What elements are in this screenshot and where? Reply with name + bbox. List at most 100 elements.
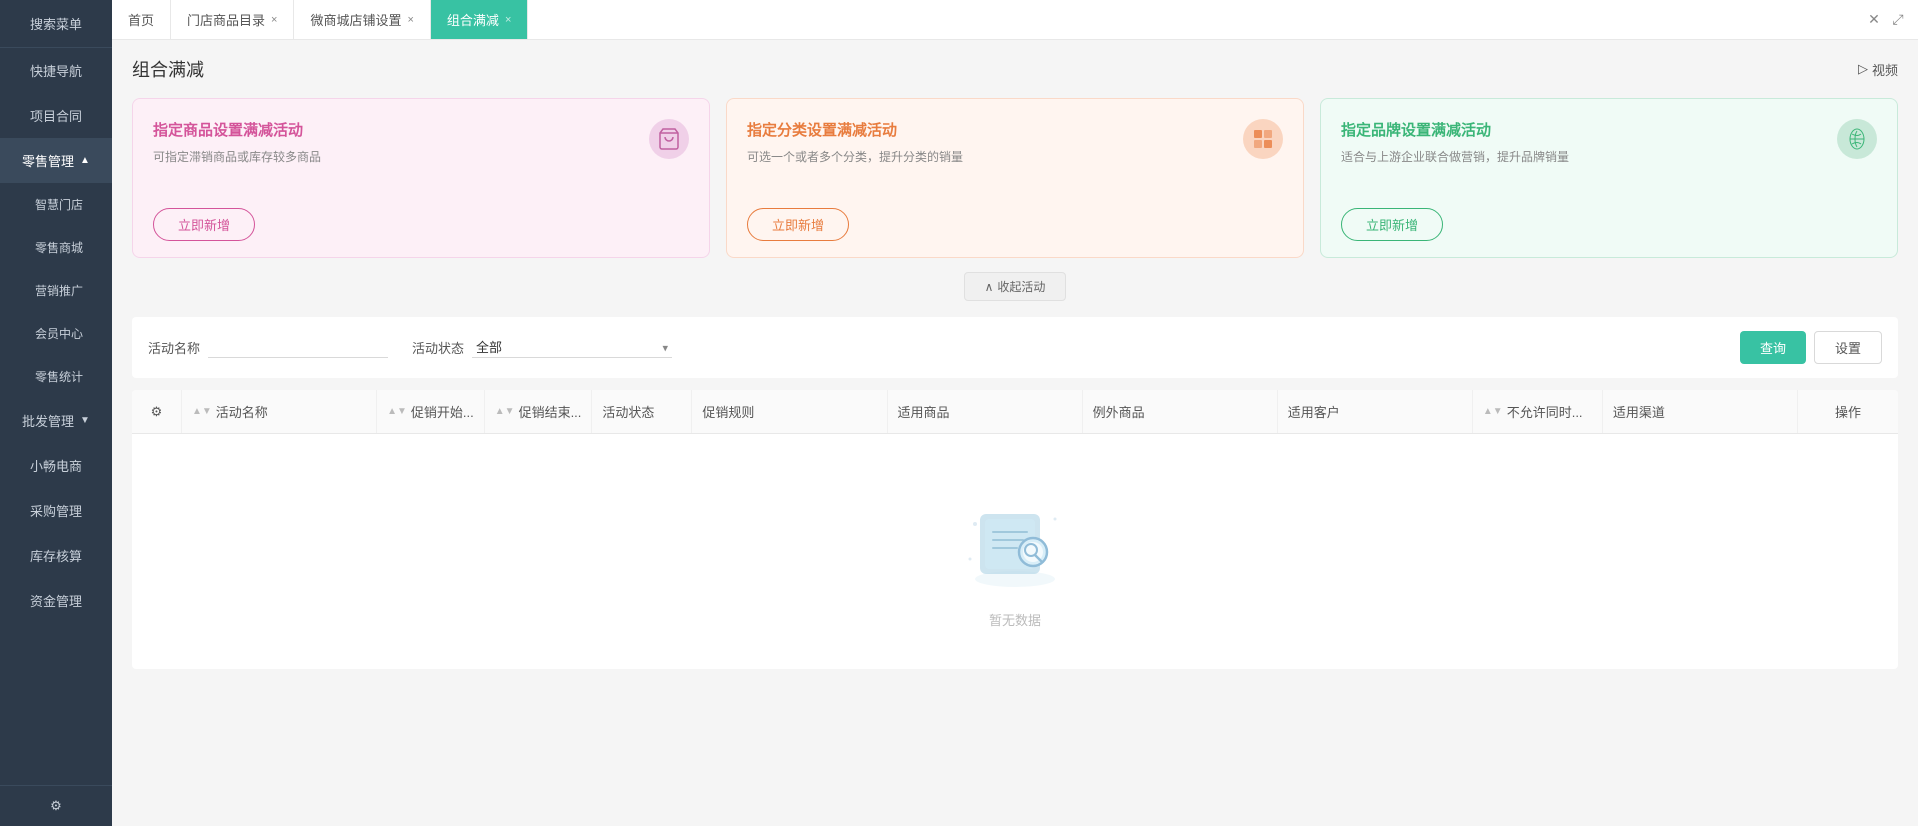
th-operations: 操作 xyxy=(1798,390,1898,433)
th-promo-end: ▲▼ 促销结束... xyxy=(485,390,593,433)
th-no-overlap: ▲▼ 不允许同时... xyxy=(1473,390,1603,433)
activity-status-select[interactable]: 全部 进行中 已结束 未开始 xyxy=(472,338,672,358)
sidebar-item-label: 库存核算 xyxy=(30,546,82,565)
settings-button[interactable]: 设置 xyxy=(1814,331,1882,364)
th-promo-start: ▲▼ 促销开始... xyxy=(377,390,485,433)
tab-store-catalog-close[interactable]: × xyxy=(271,14,277,26)
th-gear[interactable]: ⚙ xyxy=(132,390,182,433)
chevron-down-icon: ▼ xyxy=(80,415,90,426)
empty-state: 暂无数据 xyxy=(132,434,1898,669)
sidebar-item-smart-store[interactable]: 智慧门店 xyxy=(0,183,112,226)
brand-card-icon xyxy=(1837,119,1877,159)
th-applicable-goods: 适用商品 xyxy=(888,390,1083,433)
sidebar-item-wholesale-mgmt[interactable]: 批发管理 ▼ xyxy=(0,398,112,443)
product-card-title: 指定商品设置满减活动 xyxy=(153,119,689,140)
query-button[interactable]: 查询 xyxy=(1740,331,1806,364)
sort-icon: ▲▼ xyxy=(387,407,407,417)
sidebar-item-retail-stats[interactable]: 零售统计 xyxy=(0,355,112,398)
product-card-desc: 可指定滞销商品或库存较多商品 xyxy=(153,148,689,167)
sidebar-item-label: 快捷导航 xyxy=(30,61,82,80)
brand-card-desc: 适合与上游企业联合做营销，提升品牌销量 xyxy=(1341,148,1877,167)
tab-combo-discount-close[interactable]: × xyxy=(505,14,511,26)
sidebar-item-label: 营销推广 xyxy=(35,282,83,299)
tab-store-catalog-label: 门店商品目录 xyxy=(187,10,265,29)
th-activity-name: ▲▼ 活动名称 xyxy=(182,390,377,433)
sidebar-item-label: 小畅电商 xyxy=(30,456,82,475)
filter-bar: 活动名称 活动状态 全部 进行中 已结束 未开始 ▾ 查询 设置 xyxy=(132,317,1898,378)
tab-store-catalog[interactable]: 门店商品目录 × xyxy=(171,0,294,39)
close-icon[interactable]: ✕ xyxy=(1866,12,1882,28)
tab-wechat-settings-label: 微商城店铺设置 xyxy=(310,10,401,29)
th-activity-status: 活动状态 xyxy=(592,390,692,433)
sidebar-item-retail-mall[interactable]: 零售商城 xyxy=(0,226,112,269)
sidebar-item-project-contract[interactable]: 项目合同 xyxy=(0,93,112,138)
th-applicable-channel: 适用渠道 xyxy=(1603,390,1798,433)
main-area: 首页 门店商品目录 × 微商城店铺设置 × 组合满减 × ✕ ⤢ 组合满减 ▷ … xyxy=(112,0,1918,826)
tab-wechat-settings[interactable]: 微商城店铺设置 × xyxy=(294,0,430,39)
sidebar-item-purchase-mgmt[interactable]: 采购管理 xyxy=(0,488,112,533)
sidebar-item-quick-nav[interactable]: 快捷导航 xyxy=(0,48,112,93)
tab-combo-discount[interactable]: 组合满减 × xyxy=(431,0,528,39)
tab-combo-discount-label: 组合满减 xyxy=(447,10,499,29)
chevron-up-icon: ▲ xyxy=(80,155,90,166)
filter-actions: 查询 设置 xyxy=(1740,331,1882,364)
gear-icon: ⚙ xyxy=(151,404,163,420)
activity-status-select-wrap: 全部 进行中 已结束 未开始 ▾ xyxy=(472,338,672,358)
collapse-activities-btn[interactable]: ∧ 收起活动 xyxy=(964,272,1067,301)
empty-text: 暂无数据 xyxy=(989,610,1041,629)
filter-activity-name: 活动名称 xyxy=(148,338,388,358)
filter-activity-status: 活动状态 全部 进行中 已结束 未开始 ▾ xyxy=(412,338,672,358)
collapse-row: ∧ 收起活动 xyxy=(132,272,1898,301)
product-card-icon xyxy=(649,119,689,159)
sidebar-item-label: 零售管理 xyxy=(22,151,74,170)
tab-bar: 首页 门店商品目录 × 微商城店铺设置 × 组合满减 × ✕ ⤢ xyxy=(112,0,1918,40)
category-card-desc: 可选一个或者多个分类，提升分类的销量 xyxy=(747,148,1283,167)
sort-icon: ▲▼ xyxy=(495,407,515,417)
sidebar-item-xiaowei[interactable]: 小畅电商 xyxy=(0,443,112,488)
category-activity-card: 指定分类设置满减活动 可选一个或者多个分类，提升分类的销量 立即新增 xyxy=(726,98,1304,258)
data-table: ⚙ ▲▼ 活动名称 ▲▼ 促销开始... ▲▼ 促销结束... 活动状态 xyxy=(132,390,1898,669)
maximize-icon[interactable]: ⤢ xyxy=(1890,12,1906,28)
category-card-icon xyxy=(1243,119,1283,159)
gear-icon: ⚙ xyxy=(50,798,62,813)
sidebar-item-label: 智慧门店 xyxy=(35,196,83,213)
sidebar-item-label: 批发管理 xyxy=(22,411,74,430)
activity-name-label: 活动名称 xyxy=(148,338,200,357)
play-icon: ▷ xyxy=(1858,61,1868,77)
brand-card-add-btn[interactable]: 立即新增 xyxy=(1341,208,1443,241)
category-card-title: 指定分类设置满减活动 xyxy=(747,119,1283,140)
activity-name-input[interactable] xyxy=(208,338,388,358)
sidebar-search[interactable]: 搜索菜单 xyxy=(0,0,112,48)
th-applicable-customer: 适用客户 xyxy=(1278,390,1473,433)
sidebar-settings[interactable]: ⚙ xyxy=(0,785,112,826)
th-exception-goods: 例外商品 xyxy=(1083,390,1278,433)
video-link[interactable]: ▷ 视频 xyxy=(1858,60,1898,79)
page-title: 组合满减 xyxy=(132,56,204,82)
tab-home[interactable]: 首页 xyxy=(112,0,171,39)
sidebar-item-label: 采购管理 xyxy=(30,501,82,520)
activity-cards: 指定商品设置满减活动 可指定滞销商品或库存较多商品 立即新增 指定分类设置满减活 xyxy=(132,98,1898,258)
sort-icon: ▲▼ xyxy=(192,407,212,417)
brand-activity-card: 指定品牌设置满减活动 适合与上游企业联合做营销，提升品牌销量 立即新增 xyxy=(1320,98,1898,258)
collapse-icon: ∧ xyxy=(985,280,994,294)
sidebar-item-marketing[interactable]: 营销推广 xyxy=(0,269,112,312)
product-activity-card: 指定商品设置满减活动 可指定滞销商品或库存较多商品 立即新增 xyxy=(132,98,710,258)
sidebar-item-finance[interactable]: 资金管理 xyxy=(0,578,112,623)
activity-status-label: 活动状态 xyxy=(412,338,464,357)
content-area: 组合满减 ▷ 视频 指定商品设置满减活动 可指定滞销商品或库存 xyxy=(112,40,1918,826)
sidebar-item-retail-mgmt[interactable]: 零售管理 ▲ xyxy=(0,138,112,183)
video-label: 视频 xyxy=(1872,60,1898,79)
empty-illustration xyxy=(955,494,1075,594)
tab-wechat-settings-close[interactable]: × xyxy=(407,14,413,26)
sidebar-item-label: 零售统计 xyxy=(35,368,83,385)
sidebar-item-member-center[interactable]: 会员中心 xyxy=(0,312,112,355)
product-card-add-btn[interactable]: 立即新增 xyxy=(153,208,255,241)
table-header: ⚙ ▲▼ 活动名称 ▲▼ 促销开始... ▲▼ 促销结束... 活动状态 xyxy=(132,390,1898,434)
sidebar-item-label: 资金管理 xyxy=(30,591,82,610)
window-controls: ✕ ⤢ xyxy=(1866,12,1918,28)
sidebar-item-label: 会员中心 xyxy=(35,325,83,342)
sidebar: 搜索菜单 快捷导航 项目合同 零售管理 ▲ 智慧门店 零售商城 营销推广 会员中… xyxy=(0,0,112,826)
category-card-add-btn[interactable]: 立即新增 xyxy=(747,208,849,241)
sidebar-item-label: 零售商城 xyxy=(35,239,83,256)
sidebar-item-inventory[interactable]: 库存核算 xyxy=(0,533,112,578)
